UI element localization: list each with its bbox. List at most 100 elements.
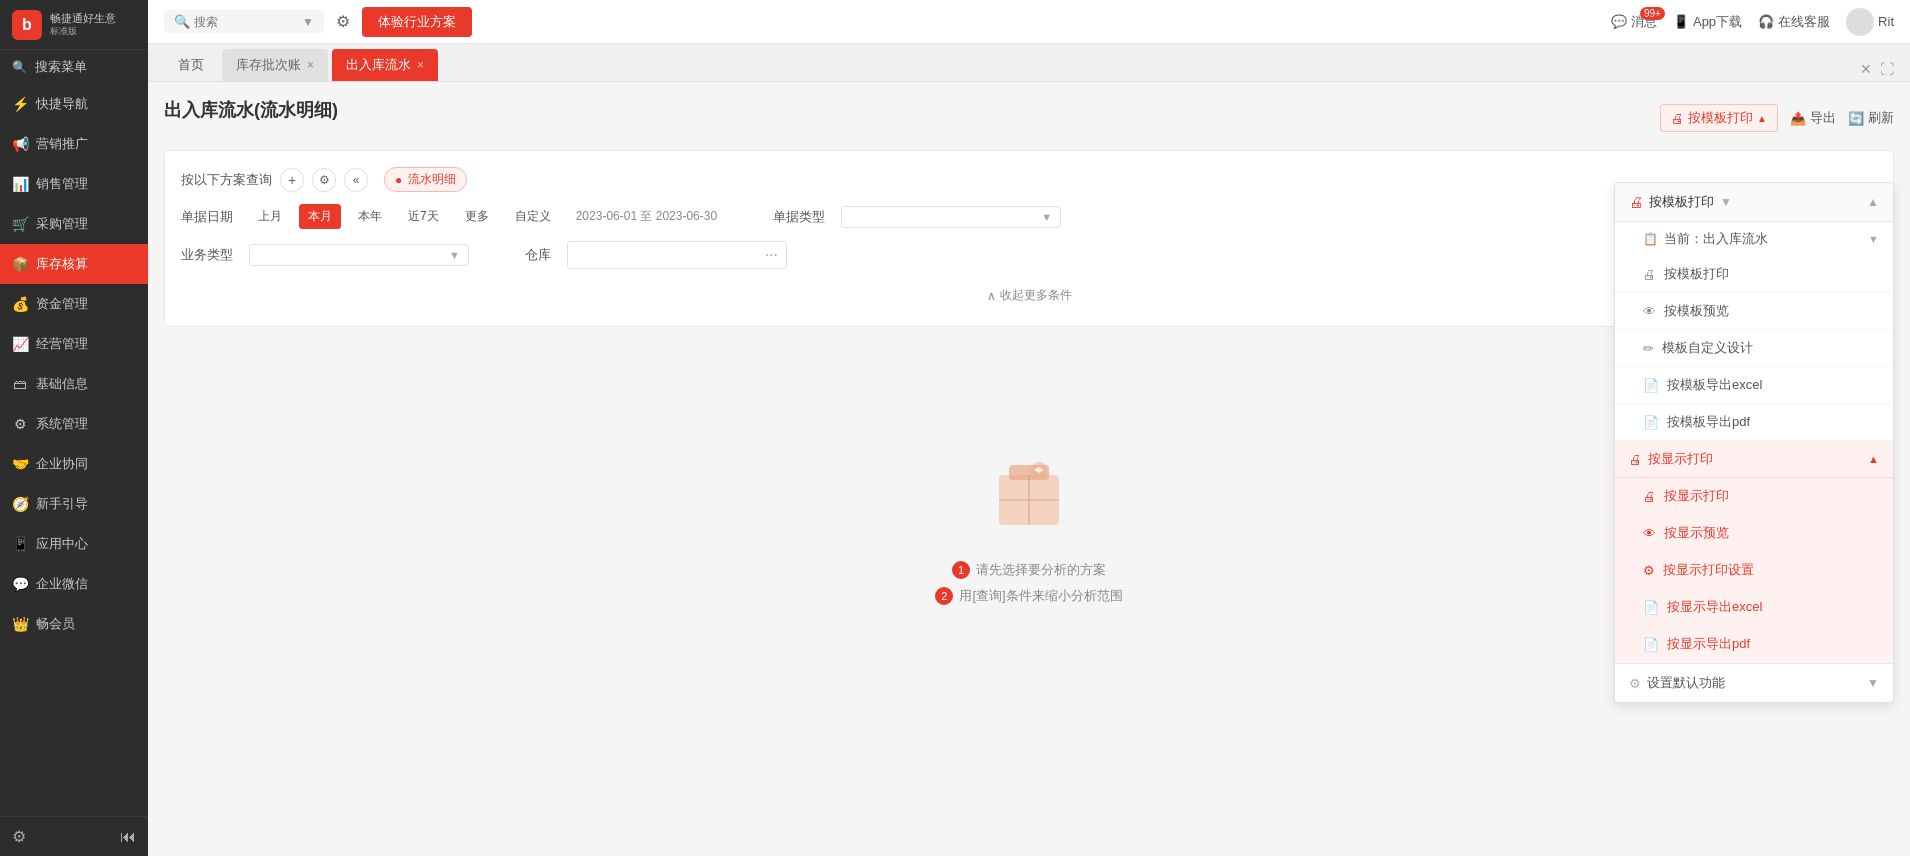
biz-type-label: 业务类型 bbox=[181, 246, 233, 264]
dp-item-template-preview[interactable]: 👁 按模板预览 bbox=[1615, 293, 1893, 330]
dp-template-print-icon: 🖨 bbox=[1643, 267, 1656, 282]
quick-nav-label: 快捷导航 bbox=[36, 95, 88, 113]
sidebar-item-basic[interactable]: 🗃 基础信息 bbox=[0, 364, 148, 404]
doc-type-select[interactable]: ▼ bbox=[841, 206, 1061, 228]
date-more-btn[interactable]: 更多 bbox=[456, 204, 498, 229]
date-custom-btn[interactable]: 自定义 bbox=[506, 204, 560, 229]
industry-btn[interactable]: 体验行业方案 bbox=[362, 7, 472, 37]
member-icon: 👑 bbox=[12, 616, 28, 632]
service-item[interactable]: 🎧 在线客服 bbox=[1758, 13, 1830, 31]
date-range: 2023-06-01 至 2023-06-30 bbox=[576, 208, 717, 225]
dp-item-template-print[interactable]: 🖨 按模板打印 bbox=[1615, 256, 1893, 293]
export-btn[interactable]: 📤 导出 bbox=[1790, 109, 1836, 127]
expand-icon[interactable]: ⛶ bbox=[1880, 61, 1894, 77]
date-label: 单据日期 bbox=[181, 208, 233, 226]
sidebar-item-wechat[interactable]: 💬 企业微信 bbox=[0, 564, 148, 604]
tab-home-label: 首页 bbox=[178, 56, 204, 74]
filter-actions: 按以下方案查询 + ⚙ « bbox=[181, 168, 368, 192]
sidebar-item-system[interactable]: ⚙ 系统管理 bbox=[0, 404, 148, 444]
topbar-search-box[interactable]: 🔍 ▼ bbox=[164, 10, 324, 33]
filter-add-btn[interactable]: + bbox=[280, 168, 304, 192]
print-icon: 🖨 bbox=[1671, 111, 1684, 126]
dp-footer-chevron: ▼ bbox=[1867, 676, 1879, 690]
guide-icon: 🧭 bbox=[12, 496, 28, 512]
filter-config-btn[interactable]: ⚙ bbox=[312, 168, 336, 192]
marketing-label: 营销推广 bbox=[36, 135, 88, 153]
dp-display-print-label: 按显示打印 bbox=[1664, 487, 1729, 505]
basic-label: 基础信息 bbox=[36, 375, 88, 393]
dp-item-display-print[interactable]: 🖨 按显示打印 bbox=[1615, 478, 1893, 515]
sidebar-item-member[interactable]: 👑 畅会员 bbox=[0, 604, 148, 644]
sidebar-item-operation[interactable]: 📈 经营管理 bbox=[0, 324, 148, 364]
message-item[interactable]: 💬 消息 99+ bbox=[1611, 13, 1657, 31]
member-label: 畅会员 bbox=[36, 615, 75, 633]
app-download-item[interactable]: 📱 App下载 bbox=[1673, 13, 1742, 31]
dp-display-preview-icon: 👁 bbox=[1643, 526, 1656, 541]
tab-flowwater[interactable]: 出入库流水 × bbox=[332, 49, 438, 81]
dp-footer-title: ⚙ 设置默认功能 bbox=[1629, 674, 1725, 692]
dp-item-template-custom[interactable]: ✏ 模板自定义设计 bbox=[1615, 330, 1893, 367]
dp-template-preview-icon: 👁 bbox=[1643, 304, 1656, 319]
dp-item-template-excel[interactable]: 📄 按模板导出excel bbox=[1615, 367, 1893, 404]
dp-item-display-preview[interactable]: 👁 按显示预览 bbox=[1615, 515, 1893, 552]
empty-step-2: 2 用[查询]条件来缩小分析范围 bbox=[935, 587, 1122, 605]
tab-batch-close[interactable]: × bbox=[307, 58, 314, 72]
dp-collapse-icon[interactable]: ▲ bbox=[1867, 195, 1879, 209]
sidebar-item-apps[interactable]: 📱 应用中心 bbox=[0, 524, 148, 564]
message-badge: 99+ bbox=[1640, 7, 1665, 20]
step1-num: 1 bbox=[952, 561, 970, 579]
filter-tag-flowwater[interactable]: ● 流水明细 bbox=[384, 167, 467, 192]
sidebar-item-marketing[interactable]: 📢 营销推广 bbox=[0, 124, 148, 164]
service-label: 在线客服 bbox=[1778, 13, 1830, 31]
user-item[interactable]: Rit bbox=[1846, 8, 1894, 36]
dp-display-section-label: 按显示打印 bbox=[1648, 450, 1713, 468]
sidebar-item-quick-nav[interactable]: ⚡ 快捷导航 bbox=[0, 84, 148, 124]
sidebar-footer: ⚙ ⏮ bbox=[0, 816, 148, 856]
sidebar-item-collab[interactable]: 🤝 企业协同 bbox=[0, 444, 148, 484]
date-year-btn[interactable]: 本年 bbox=[349, 204, 391, 229]
sidebar-item-purchase[interactable]: 🛒 采购管理 bbox=[0, 204, 148, 244]
filter-collapse-btn[interactable]: « bbox=[344, 168, 368, 192]
sidebar-item-finance[interactable]: 💰 资金管理 bbox=[0, 284, 148, 324]
close-all-icon[interactable]: ✕ bbox=[1860, 61, 1872, 77]
doc-type-chevron: ▼ bbox=[1041, 211, 1052, 223]
print-template-btn[interactable]: 🖨 按模板打印 ▲ bbox=[1660, 104, 1778, 132]
warehouse-select[interactable]: ··· bbox=[567, 241, 787, 269]
settings-icon[interactable]: ⚙ bbox=[12, 827, 26, 846]
dp-current-label: 当前：出入库流水 bbox=[1664, 230, 1768, 248]
sidebar-search[interactable]: 🔍 搜索菜单 bbox=[0, 50, 148, 84]
dp-item-display-pdf[interactable]: 📄 按显示导出pdf bbox=[1615, 626, 1893, 663]
date-cur-btn[interactable]: 本月 bbox=[299, 204, 341, 229]
service-icon: 🎧 bbox=[1758, 14, 1774, 29]
date-week-btn[interactable]: 近7天 bbox=[399, 204, 448, 229]
empty-illustration bbox=[979, 445, 1079, 545]
doc-type-label: 单据类型 bbox=[773, 208, 825, 226]
topbar-search-input[interactable] bbox=[194, 15, 302, 29]
message-icon: 💬 bbox=[1611, 14, 1627, 29]
collapse-chevron-icon: ∧ bbox=[987, 289, 996, 303]
topbar: 🔍 ▼ ⚙ 体验行业方案 💬 消息 99+ 📱 App下载 🎧 在线客服 bbox=[148, 0, 1910, 44]
dp-item-template-pdf[interactable]: 📄 按模板导出pdf bbox=[1615, 404, 1893, 441]
topbar-gear-icon[interactable]: ⚙ bbox=[336, 12, 350, 31]
warehouse-more-icon[interactable]: ··· bbox=[765, 246, 778, 264]
tab-flowwater-label: 出入库流水 bbox=[346, 56, 411, 74]
sidebar-item-sales[interactable]: 📊 销售管理 bbox=[0, 164, 148, 204]
biz-type-select[interactable]: ▼ bbox=[249, 244, 469, 266]
dp-footer[interactable]: ⚙ 设置默认功能 ▼ bbox=[1615, 663, 1893, 702]
topbar-search-chevron: ▼ bbox=[302, 15, 314, 29]
tab-batch[interactable]: 库存批次账 × bbox=[222, 49, 328, 81]
sidebar-item-inventory[interactable]: 📦 库存核算 bbox=[0, 244, 148, 284]
step2-num: 2 bbox=[935, 587, 953, 605]
tab-expand-area: ✕ ⛶ bbox=[1860, 61, 1894, 81]
sidebar-item-guide[interactable]: 🧭 新手引导 bbox=[0, 484, 148, 524]
filter-title: 按以下方案查询 bbox=[181, 171, 272, 189]
tab-home[interactable]: 首页 bbox=[164, 49, 218, 81]
tab-flowwater-close[interactable]: × bbox=[417, 58, 424, 72]
dp-section-display[interactable]: 🖨 按显示打印 ▲ bbox=[1615, 441, 1893, 478]
date-prev-btn[interactable]: 上月 bbox=[249, 204, 291, 229]
collapse-sidebar-icon[interactable]: ⏮ bbox=[120, 828, 136, 846]
refresh-btn[interactable]: 🔄 刷新 bbox=[1848, 109, 1894, 127]
dp-item-display-settings[interactable]: ⚙ 按显示打印设置 bbox=[1615, 552, 1893, 589]
empty-step-1: 1 请先选择要分析的方案 bbox=[952, 561, 1106, 579]
dp-item-display-excel[interactable]: 📄 按显示导出excel bbox=[1615, 589, 1893, 626]
